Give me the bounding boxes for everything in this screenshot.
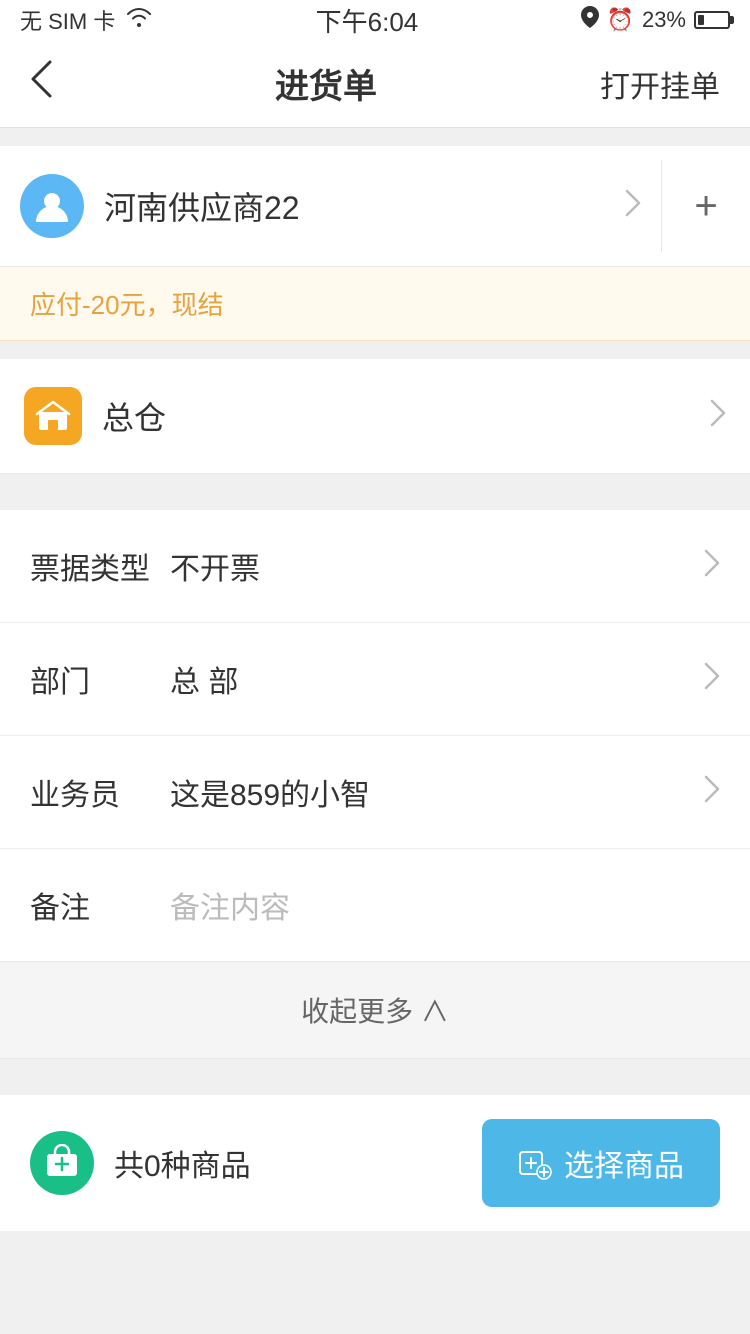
warehouse-name: 总仓: [102, 393, 690, 439]
select-product-button[interactable]: 选择商品: [482, 1119, 720, 1207]
remark-label: 备注: [30, 883, 170, 927]
top-divider: [0, 128, 750, 146]
nav-bar: 进货单 打开挂单: [0, 40, 750, 128]
warehouse-selector[interactable]: 总仓: [0, 359, 750, 474]
supplier-selector[interactable]: 河南供应商22: [0, 146, 661, 266]
warehouse-icon: [24, 387, 82, 445]
salesperson-row[interactable]: 业务员 这是859的小智: [0, 736, 750, 849]
remark-row[interactable]: 备注 备注内容: [0, 849, 750, 961]
form-divider: [0, 474, 750, 492]
wifi-icon: [125, 7, 153, 33]
carrier-text: 无 SIM 卡: [20, 4, 115, 36]
status-right: ⏰ 23%: [581, 6, 730, 34]
main-content: 河南供应商22 + 应付-20元，现结 总仓: [0, 128, 750, 1334]
supplier-section: 河南供应商22 +: [0, 146, 750, 267]
battery-icon: [694, 11, 730, 29]
supplier-chevron-icon: [625, 189, 641, 224]
salesperson-value: 这是859的小智: [170, 770, 704, 814]
back-button[interactable]: [30, 60, 52, 107]
page-title: 进货单: [275, 59, 377, 108]
department-chevron-icon: [704, 662, 720, 697]
salesperson-label: 业务员: [30, 770, 170, 814]
form-section: 票据类型 不开票 部门 总 部 业务员 这是859的小智: [0, 510, 750, 961]
department-row[interactable]: 部门 总 部: [0, 623, 750, 736]
supplier-name: 河南供应商22: [104, 183, 605, 229]
invoice-type-label: 票据类型: [30, 544, 170, 588]
invoice-type-value: 不开票: [170, 544, 704, 588]
product-divider: [0, 1059, 750, 1077]
supplier-avatar: [20, 174, 84, 238]
status-time: 下午6:04: [316, 2, 419, 39]
collapse-label: 收起更多 ∧: [301, 990, 449, 1030]
product-bar: 共0种商品 选择商品: [0, 1095, 750, 1231]
invoice-type-chevron-icon: [704, 549, 720, 584]
collapse-toggle[interactable]: 收起更多 ∧: [0, 961, 750, 1059]
department-value: 总 部: [170, 657, 704, 701]
department-label: 部门: [30, 657, 170, 701]
alarm-icon: ⏰: [607, 7, 634, 33]
status-bar: 无 SIM 卡 下午6:04 ⏰ 23%: [0, 0, 750, 40]
add-supplier-button[interactable]: +: [662, 146, 750, 266]
warehouse-chevron-icon: [710, 399, 726, 434]
salesperson-chevron-icon: [704, 775, 720, 810]
product-count-text: 共0种商品: [114, 1141, 462, 1185]
battery-percent: 23%: [642, 7, 686, 33]
location-icon: [581, 6, 599, 34]
warehouse-divider: [0, 341, 750, 359]
product-icon: [30, 1131, 94, 1195]
open-pending-button[interactable]: 打开挂单: [600, 62, 720, 106]
status-left: 无 SIM 卡: [20, 4, 153, 36]
select-product-label: 选择商品: [564, 1141, 684, 1185]
remark-input[interactable]: 备注内容: [170, 883, 720, 927]
invoice-type-row[interactable]: 票据类型 不开票: [0, 510, 750, 623]
notice-banner: 应付-20元，现结: [0, 267, 750, 341]
